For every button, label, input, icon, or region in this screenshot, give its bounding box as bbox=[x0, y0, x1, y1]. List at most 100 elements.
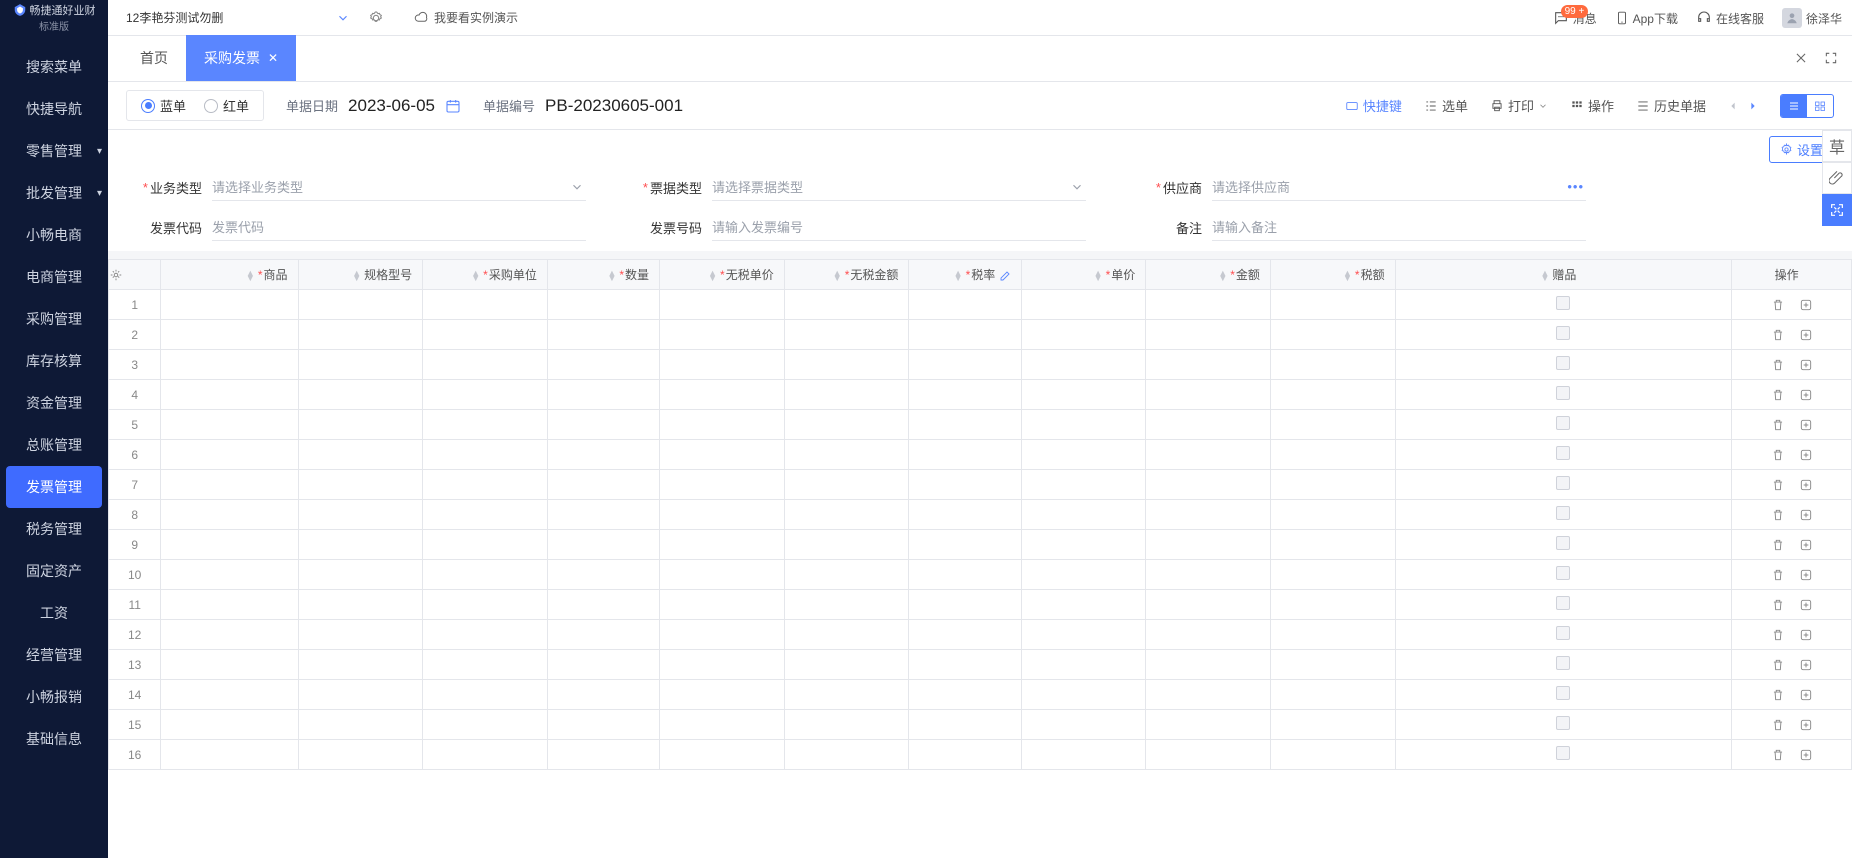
gift-cell[interactable] bbox=[1395, 470, 1732, 500]
invoice-no-input[interactable]: 请输入发票编号 bbox=[712, 213, 1086, 241]
cell[interactable] bbox=[423, 590, 548, 620]
sidebar-item[interactable]: 采购管理 bbox=[0, 298, 108, 340]
cell[interactable] bbox=[161, 590, 298, 620]
delete-row-icon[interactable] bbox=[1771, 388, 1785, 402]
cell[interactable] bbox=[1021, 710, 1146, 740]
delete-row-icon[interactable] bbox=[1771, 508, 1785, 522]
cell[interactable] bbox=[784, 680, 909, 710]
cell[interactable] bbox=[660, 650, 785, 680]
cell[interactable] bbox=[909, 350, 1021, 380]
cell[interactable] bbox=[1021, 380, 1146, 410]
cell[interactable] bbox=[1021, 590, 1146, 620]
delete-row-icon[interactable] bbox=[1771, 598, 1785, 612]
cell[interactable] bbox=[909, 740, 1021, 770]
col-unit[interactable]: ▲▼*采购单位 bbox=[423, 260, 548, 290]
cell[interactable] bbox=[1146, 410, 1271, 440]
col-notax_amount[interactable]: ▲▼*无税金额 bbox=[784, 260, 909, 290]
close-icon[interactable]: ✕ bbox=[268, 51, 278, 65]
sidebar-item[interactable]: 小畅报销 bbox=[0, 676, 108, 718]
radio-blue[interactable]: 蓝单 bbox=[141, 96, 186, 115]
cell[interactable] bbox=[1270, 470, 1395, 500]
cell[interactable] bbox=[1270, 440, 1395, 470]
cell[interactable] bbox=[1021, 620, 1146, 650]
cell[interactable] bbox=[1270, 320, 1395, 350]
cell[interactable] bbox=[1021, 560, 1146, 590]
cell[interactable] bbox=[784, 380, 909, 410]
doc-date-value[interactable]: 2023-06-05 bbox=[348, 96, 435, 116]
cell[interactable] bbox=[298, 560, 423, 590]
cell[interactable] bbox=[1270, 350, 1395, 380]
checkbox[interactable] bbox=[1556, 446, 1570, 460]
cell[interactable] bbox=[1270, 740, 1395, 770]
gift-cell[interactable] bbox=[1395, 710, 1732, 740]
cell[interactable] bbox=[547, 560, 659, 590]
cell[interactable] bbox=[1021, 440, 1146, 470]
cell[interactable] bbox=[784, 590, 909, 620]
cell[interactable] bbox=[660, 530, 785, 560]
col-product[interactable]: ▲▼*商品 bbox=[161, 260, 298, 290]
add-row-icon[interactable] bbox=[1799, 718, 1813, 732]
cell[interactable] bbox=[909, 650, 1021, 680]
delete-row-icon[interactable] bbox=[1771, 748, 1785, 762]
add-row-icon[interactable] bbox=[1799, 538, 1813, 552]
cell[interactable] bbox=[784, 620, 909, 650]
cell[interactable] bbox=[423, 740, 548, 770]
cell[interactable] bbox=[784, 440, 909, 470]
tab-home[interactable]: 首页 bbox=[122, 35, 186, 81]
cell[interactable] bbox=[1270, 530, 1395, 560]
cell[interactable] bbox=[423, 530, 548, 560]
cell[interactable] bbox=[660, 350, 785, 380]
sidebar-item[interactable]: 经营管理 bbox=[0, 634, 108, 676]
attachment-button[interactable] bbox=[1822, 162, 1852, 194]
col-qty[interactable]: ▲▼*数量 bbox=[547, 260, 659, 290]
col-spec[interactable]: ▲▼规格型号 bbox=[298, 260, 423, 290]
cell[interactable] bbox=[1270, 590, 1395, 620]
cell[interactable] bbox=[1146, 380, 1271, 410]
cell[interactable] bbox=[547, 290, 659, 320]
gift-cell[interactable] bbox=[1395, 740, 1732, 770]
cell[interactable] bbox=[161, 500, 298, 530]
cell[interactable] bbox=[784, 470, 909, 500]
table-row[interactable]: 7 bbox=[109, 470, 1852, 500]
cell[interactable] bbox=[660, 560, 785, 590]
add-row-icon[interactable] bbox=[1799, 388, 1813, 402]
gift-cell[interactable] bbox=[1395, 500, 1732, 530]
cell[interactable] bbox=[161, 740, 298, 770]
delete-row-icon[interactable] bbox=[1771, 298, 1785, 312]
cell[interactable] bbox=[423, 620, 548, 650]
cell[interactable] bbox=[547, 620, 659, 650]
cell[interactable] bbox=[660, 290, 785, 320]
cell[interactable] bbox=[660, 500, 785, 530]
cell[interactable] bbox=[298, 440, 423, 470]
cell[interactable] bbox=[423, 320, 548, 350]
cell[interactable] bbox=[1021, 740, 1146, 770]
cell[interactable] bbox=[161, 530, 298, 560]
cell[interactable] bbox=[161, 560, 298, 590]
cell[interactable] bbox=[784, 560, 909, 590]
checkbox[interactable] bbox=[1556, 416, 1570, 430]
cell[interactable] bbox=[784, 650, 909, 680]
col-amount[interactable]: ▲▼*金额 bbox=[1146, 260, 1271, 290]
cell[interactable] bbox=[547, 740, 659, 770]
app-download-button[interactable]: App下载 bbox=[1615, 10, 1678, 27]
checkbox[interactable] bbox=[1556, 746, 1570, 760]
cell[interactable] bbox=[1146, 500, 1271, 530]
cell[interactable] bbox=[298, 470, 423, 500]
table-row[interactable]: 1 bbox=[109, 290, 1852, 320]
add-row-icon[interactable] bbox=[1799, 418, 1813, 432]
cell[interactable] bbox=[161, 320, 298, 350]
add-row-icon[interactable] bbox=[1799, 628, 1813, 642]
add-row-icon[interactable] bbox=[1799, 298, 1813, 312]
cell[interactable] bbox=[1146, 290, 1271, 320]
delete-row-icon[interactable] bbox=[1771, 658, 1785, 672]
cell[interactable] bbox=[660, 680, 785, 710]
cell[interactable] bbox=[547, 650, 659, 680]
add-row-icon[interactable] bbox=[1799, 688, 1813, 702]
cell[interactable] bbox=[161, 410, 298, 440]
cell[interactable] bbox=[660, 320, 785, 350]
cell[interactable] bbox=[1021, 530, 1146, 560]
cell[interactable] bbox=[1270, 650, 1395, 680]
gift-cell[interactable] bbox=[1395, 530, 1732, 560]
cell[interactable] bbox=[1146, 560, 1271, 590]
cell[interactable] bbox=[660, 470, 785, 500]
